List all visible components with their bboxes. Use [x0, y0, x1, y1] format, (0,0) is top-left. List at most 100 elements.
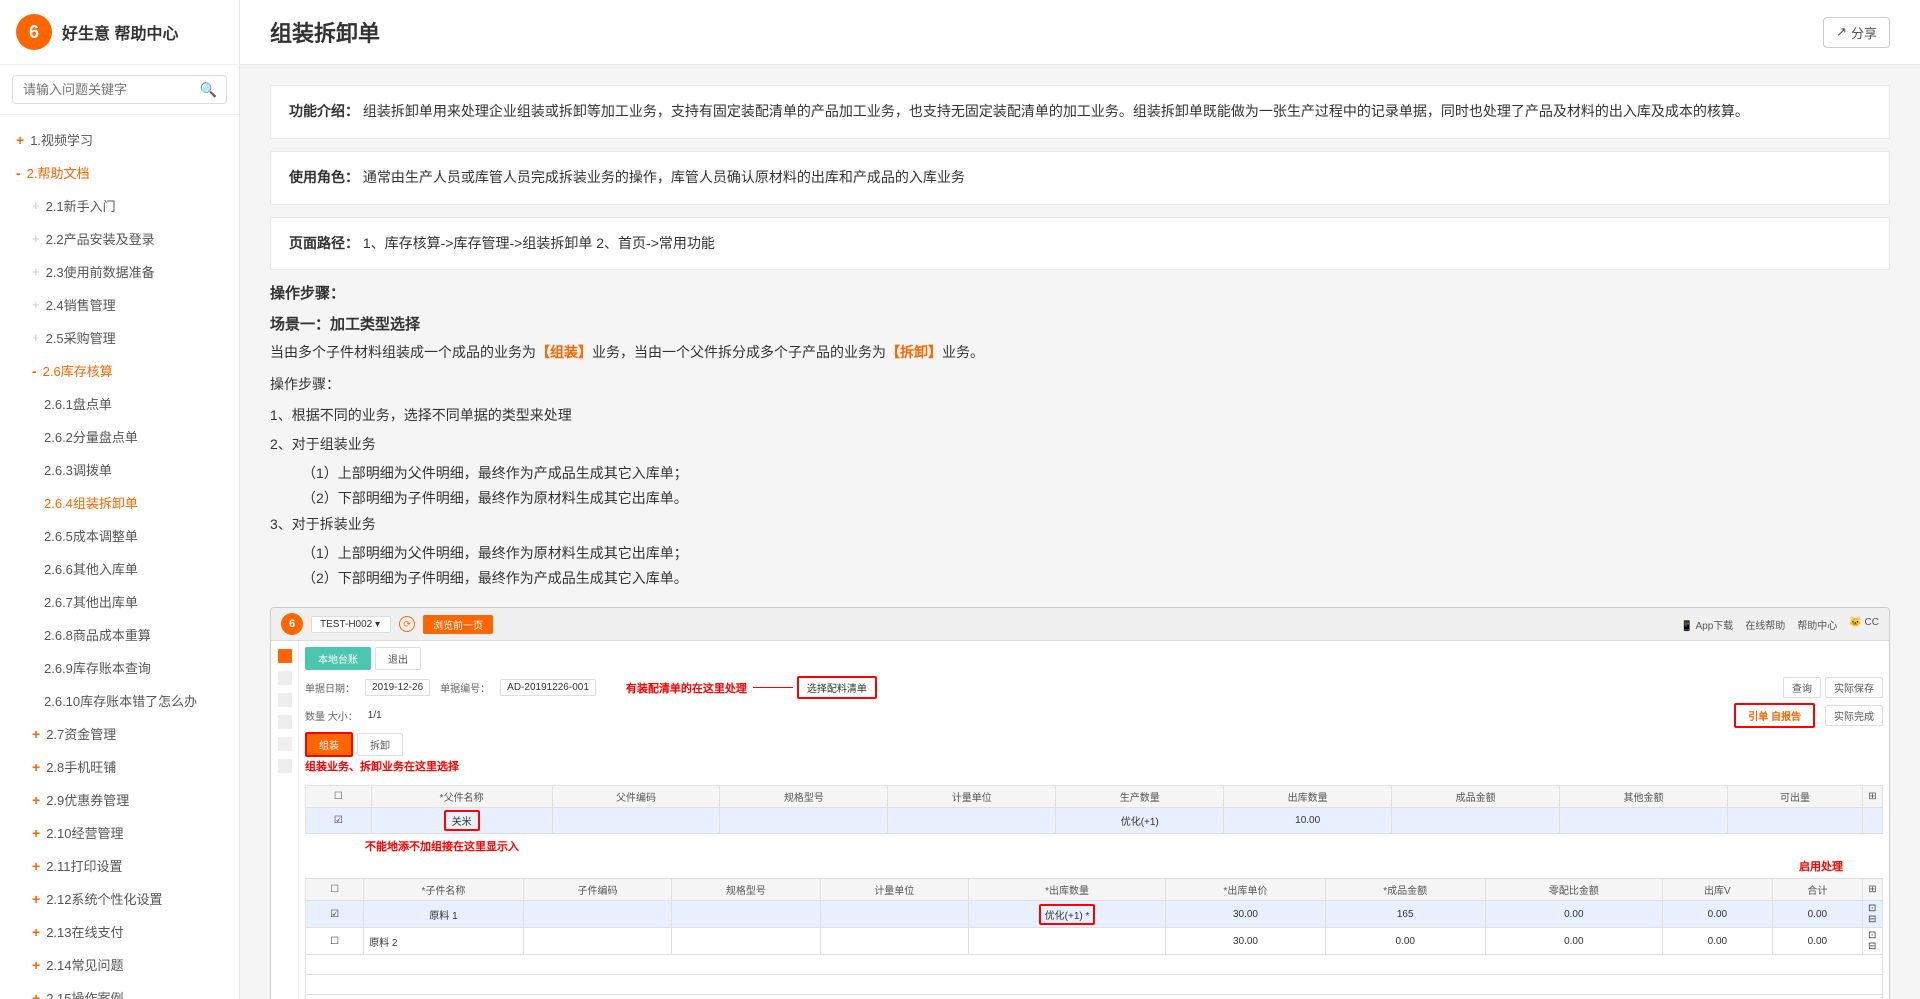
path-intro-text: 1、库存核算->库存管理->组装拆卸单 2、首页->常用功能	[363, 235, 715, 251]
annotation-text-4: 启用处理	[1799, 858, 1843, 874]
ops-steps-title: 操作步骤：	[270, 372, 1890, 397]
search-box: 🔍	[0, 65, 239, 115]
lower-col-prodamt: *成品金额	[1325, 879, 1485, 901]
sidebar-item-finance[interactable]: + 2.7资金管理	[0, 717, 239, 750]
lower-r2-cb: ☐	[306, 928, 364, 955]
annotation-text-5: 不能地添不加组接在这里显示入	[365, 838, 1883, 854]
lower-col-total: 合计	[1772, 879, 1862, 901]
expand-icon: +	[16, 132, 24, 148]
lower-r5-empty	[306, 995, 1883, 999]
mock-icon-5	[278, 737, 292, 751]
share-button[interactable]: ↗ 分享	[1823, 17, 1890, 48]
sidebar-item-new[interactable]: + 2.1新手入门	[0, 189, 239, 222]
mock-date-label: 单据日期：	[305, 680, 355, 695]
lower-r2-spec	[672, 928, 820, 955]
feature-intro-label: 功能介绍：	[289, 103, 359, 119]
sidebar-item-stockcheck[interactable]: 2.6.1盘点单	[0, 387, 239, 420]
lower-r3-empty	[306, 955, 1883, 975]
mock-body: 本地台账 退出 单据日期： 2019-12-26 单据编号： AD-201912…	[271, 641, 1889, 999]
mobile-expand-icon: +	[32, 759, 40, 775]
mock-lower-table: ☐ *子件名称 子件编码 规格型号 计量单位 *出库数量 *出库单价 *成品金额…	[305, 878, 1883, 999]
col-other-amt: 其他金额	[1560, 786, 1728, 808]
mock-confirm-btn: 选择配料清单	[797, 676, 877, 699]
sidebar-item-print[interactable]: + 2.11打印设置	[0, 849, 239, 882]
upper-row1-name: 关米	[371, 808, 552, 834]
mock-lower-thead: ☐ *子件名称 子件编码 规格型号 计量单位 *出库数量 *出库单价 *成品金额…	[306, 879, 1883, 901]
assembly-highlight: 【组装】	[536, 344, 592, 360]
sidebar-item-coupon[interactable]: + 2.9优惠券管理	[0, 783, 239, 816]
lower-r1-spec	[672, 901, 820, 928]
annotation-area-1: 有装配清单的在这里处理 选择配料清单	[626, 676, 877, 699]
upper-row1-prodamt	[1392, 808, 1560, 834]
mock-icon-6	[278, 759, 292, 773]
ops-title: 操作步骤：	[270, 282, 1890, 303]
mock-confirm-label: 引单 自报告	[1748, 712, 1801, 723]
sidebar-item-mobile[interactable]: + 2.8手机旺铺	[0, 750, 239, 783]
sidebar-item-splitcheck[interactable]: 2.6.2分量盘点单	[0, 420, 239, 453]
mock-action-btns: 查询 实际保存	[1783, 677, 1883, 698]
mock-icon-1	[278, 649, 292, 663]
mock-upper-row-1: ☑ 关米 优化(+1) 10.00	[306, 808, 1883, 834]
sidebar-item-inventory[interactable]: - 2.6库存核算	[0, 354, 239, 387]
step1: 1、根据不同的业务，选择不同单据的类型来处理	[270, 403, 1890, 428]
upper-row1-code	[552, 808, 720, 834]
sidebar-item-data[interactable]: + 2.3使用前数据准备	[0, 255, 239, 288]
mock-org-selector: TEST-H002 ▾	[311, 616, 391, 633]
search-input[interactable]	[12, 75, 227, 104]
sidebar-item-assembly[interactable]: 2.6.4组装拆卸单	[0, 486, 239, 519]
sidebar-item-stockquery[interactable]: 2.6.9库存账本查询	[0, 651, 239, 684]
mock-tab-exit: 退出	[375, 647, 421, 670]
lower-r2-qty	[969, 928, 1166, 955]
sidebar-item-otheroutstock[interactable]: 2.6.7其他出库单	[0, 585, 239, 618]
lower-r1-qty: 优化(+1) *	[969, 901, 1166, 928]
sidebar-item-docs[interactable]: - 2.帮助文档	[0, 156, 239, 189]
lower-r1-code	[523, 901, 671, 928]
upper-row1-checkbox: ☑	[306, 808, 372, 834]
collapse-icon: -	[16, 165, 21, 181]
sidebar-item-faq[interactable]: + 2.14常见问题	[0, 948, 239, 981]
mock-form-area: 本地台账 退出 单据日期： 2019-12-26 单据编号： AD-201912…	[299, 641, 1889, 999]
mock-upper-table-container: ☐ *父件名称 父件编码 规格型号 计量单位 生产数量 出库数量 成品金额 其他…	[305, 785, 1883, 834]
screenshot-mockup: 6 TEST-H002 ▾ ⟳ 浏览前一页 📱 App下载 在线帮助 帮助中心 …	[270, 607, 1890, 999]
sidebar-item-costrecalc[interactable]: 2.6.8商品成本重算	[0, 618, 239, 651]
role-intro-text: 通常由生产人员或库管人员完成拆装业务的操作，库管人员确认原材料的出库和产成品的入…	[363, 169, 965, 185]
mock-lower-header-row: ☐ *子件名称 子件编码 规格型号 计量单位 *出库数量 *出库单价 *成品金额…	[306, 879, 1883, 901]
lower-col-child-name: *子件名称	[364, 879, 524, 901]
sidebar-header: 6 好生意 帮助中心	[0, 0, 239, 65]
mock-helpcenter: 帮助中心	[1797, 617, 1837, 632]
sidebar-item-online[interactable]: + 2.13在线支付	[0, 915, 239, 948]
mock-lower-row-1: ☑ 原料 1 优化(+1) * 30.00 165	[306, 901, 1883, 928]
share-icon: ↗	[1836, 24, 1847, 40]
sidebar-item-purchase[interactable]: + 2.5采购管理	[0, 321, 239, 354]
sidebar-item-costadj[interactable]: 2.6.5成本调整单	[0, 519, 239, 552]
sidebar-item-video[interactable]: + 1.视频学习	[0, 123, 239, 156]
mock-qty-value: 1/1	[368, 710, 382, 721]
sidebar-item-custom[interactable]: + 2.12系统个性化设置	[0, 882, 239, 915]
upper-row1-otheamt	[1560, 808, 1728, 834]
mock-type-disassembly: 拆卸	[357, 733, 403, 756]
mock-tabs-row: 本地台账 退出	[305, 647, 1883, 670]
mock-lower-tbody: ☑ 原料 1 优化(+1) * 30.00 165	[306, 901, 1883, 999]
step2: 2、对于组装业务	[270, 432, 1890, 457]
coupon-expand-icon: +	[32, 792, 40, 808]
sidebar-item-adjust[interactable]: 2.6.3调拨单	[0, 453, 239, 486]
upper-row1-outqty: 10.00	[1224, 808, 1392, 834]
mock-topright: 📱 App下载 在线帮助 帮助中心 🐱 CC	[1681, 617, 1879, 632]
annotation-text-1: 有装配清单的在这里处理	[626, 680, 747, 696]
lower-col-actions: ⊞	[1863, 879, 1883, 901]
path-intro-block: 页面路径： 1、库存核算->库存管理->组装拆卸单 2、首页->常用功能	[270, 217, 1890, 271]
sidebar-item-install[interactable]: + 2.2产品安装及登录	[0, 222, 239, 255]
lower-col-cb: ☐	[306, 879, 364, 901]
sidebar-item-otherinstock[interactable]: 2.6.6其他入库单	[0, 552, 239, 585]
col-spec: 规格型号	[720, 786, 888, 808]
page-title: 组装拆卸单	[270, 16, 380, 48]
lower-col-outv: 出库V	[1663, 879, 1773, 901]
mock-left-strip	[271, 641, 299, 999]
lower-col-child-code: 子件编码	[523, 879, 671, 901]
sidebar-item-stockerr[interactable]: 2.6.10库存账本错了怎么办	[0, 684, 239, 717]
sidebar-item-sales[interactable]: + 2.4销售管理	[0, 288, 239, 321]
sidebar-item-case[interactable]: + 2.15操作案例	[0, 981, 239, 999]
step2-sub1: （1）上部明细为父件明细，最终作为产成品生成其它入库单；	[270, 461, 1890, 486]
sidebar-item-biz[interactable]: + 2.10经营管理	[0, 816, 239, 849]
mock-num-input: AD-20191226-001	[500, 679, 596, 696]
